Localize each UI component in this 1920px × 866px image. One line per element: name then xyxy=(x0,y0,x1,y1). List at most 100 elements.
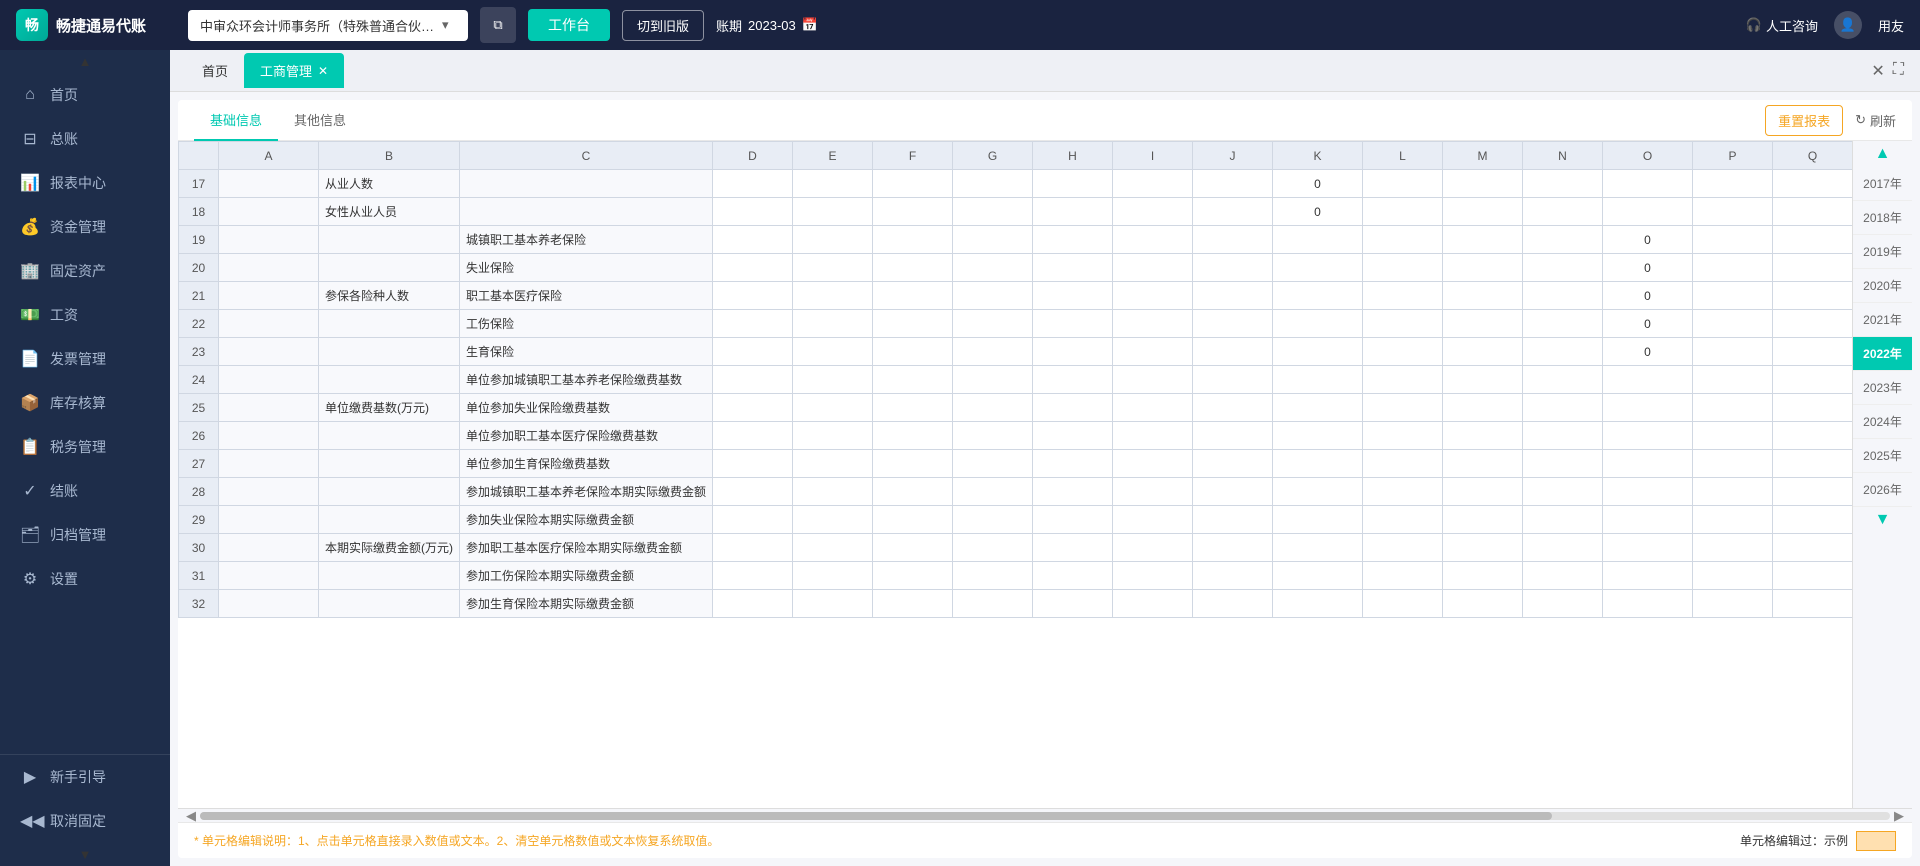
cell-a[interactable] xyxy=(219,282,319,310)
table-cell[interactable] xyxy=(713,310,793,338)
table-cell[interactable] xyxy=(1113,226,1193,254)
table-cell[interactable] xyxy=(1693,198,1773,226)
cell-k[interactable] xyxy=(1273,338,1363,366)
cell-o[interactable] xyxy=(1603,366,1693,394)
table-cell[interactable] xyxy=(1033,450,1113,478)
table-cell[interactable] xyxy=(1033,198,1113,226)
table-cell[interactable] xyxy=(1693,590,1773,618)
table-cell[interactable] xyxy=(1773,170,1852,198)
table-cell[interactable] xyxy=(1523,282,1603,310)
table-cell[interactable] xyxy=(953,170,1033,198)
table-cell[interactable] xyxy=(1113,394,1193,422)
cell-b[interactable] xyxy=(319,590,460,618)
cell-b[interactable] xyxy=(319,366,460,394)
col-header-b[interactable]: B xyxy=(319,142,460,170)
table-cell[interactable] xyxy=(873,562,953,590)
table-cell[interactable] xyxy=(1363,226,1443,254)
table-cell[interactable] xyxy=(1773,590,1852,618)
col-header-n[interactable]: N xyxy=(1523,142,1603,170)
year-item-2024[interactable]: 2024年 xyxy=(1853,405,1912,439)
cell-k[interactable] xyxy=(1273,450,1363,478)
cell-c[interactable]: 单位参加城镇职工基本养老保险缴费基数 xyxy=(460,366,713,394)
table-cell[interactable] xyxy=(1693,170,1773,198)
table-cell[interactable] xyxy=(1443,450,1523,478)
table-cell[interactable] xyxy=(953,226,1033,254)
cell-k[interactable]: 0 xyxy=(1273,198,1363,226)
sidebar-item-assets[interactable]: 🏢 固定资产 xyxy=(0,249,170,293)
sidebar-item-inventory[interactable]: 📦 库存核算 xyxy=(0,381,170,425)
table-cell[interactable] xyxy=(1443,338,1523,366)
year-item-2017[interactable]: 2017年 xyxy=(1853,167,1912,201)
table-cell[interactable] xyxy=(1443,394,1523,422)
table-cell[interactable] xyxy=(1363,254,1443,282)
cell-c[interactable]: 城镇职工基本养老保险 xyxy=(460,226,713,254)
cell-k[interactable] xyxy=(1273,254,1363,282)
table-cell[interactable] xyxy=(1523,170,1603,198)
cell-a[interactable] xyxy=(219,422,319,450)
table-cell[interactable] xyxy=(793,338,873,366)
table-cell[interactable] xyxy=(1193,450,1273,478)
table-cell[interactable] xyxy=(873,226,953,254)
table-cell[interactable] xyxy=(1693,310,1773,338)
cell-b[interactable] xyxy=(319,254,460,282)
table-cell[interactable] xyxy=(713,254,793,282)
close-window-icon[interactable]: ✕ xyxy=(1871,61,1884,81)
cell-b[interactable]: 本期实际缴费金额(万元) xyxy=(319,534,460,562)
cell-o[interactable] xyxy=(1603,534,1693,562)
table-cell[interactable] xyxy=(953,534,1033,562)
table-cell[interactable] xyxy=(1113,198,1193,226)
table-cell[interactable] xyxy=(1773,422,1852,450)
table-cell[interactable] xyxy=(793,226,873,254)
cell-b[interactable] xyxy=(319,338,460,366)
table-cell[interactable] xyxy=(713,562,793,590)
table-cell[interactable] xyxy=(1363,282,1443,310)
workbench-button[interactable]: 工作台 xyxy=(528,9,610,41)
cell-o[interactable] xyxy=(1603,450,1693,478)
table-cell[interactable] xyxy=(1773,310,1852,338)
table-cell[interactable] xyxy=(1033,338,1113,366)
table-cell[interactable] xyxy=(1033,254,1113,282)
year-item-2023[interactable]: 2023年 xyxy=(1853,371,1912,405)
table-cell[interactable] xyxy=(1363,422,1443,450)
table-cell[interactable] xyxy=(1113,478,1193,506)
col-header-l[interactable]: L xyxy=(1363,142,1443,170)
table-cell[interactable] xyxy=(953,254,1033,282)
table-cell[interactable] xyxy=(1033,310,1113,338)
table-cell[interactable] xyxy=(1443,366,1523,394)
cell-o[interactable] xyxy=(1603,394,1693,422)
table-cell[interactable] xyxy=(1523,366,1603,394)
cell-c[interactable] xyxy=(460,170,713,198)
table-cell[interactable] xyxy=(953,338,1033,366)
table-cell[interactable] xyxy=(953,394,1033,422)
table-cell[interactable] xyxy=(1443,590,1523,618)
table-cell[interactable] xyxy=(1113,170,1193,198)
h-scrollbar-track[interactable] xyxy=(200,812,1890,820)
table-cell[interactable] xyxy=(1693,254,1773,282)
table-cell[interactable] xyxy=(873,366,953,394)
spreadsheet-container[interactable]: A B C D E F G H I J K L M xyxy=(178,141,1852,808)
col-header-o[interactable]: O xyxy=(1603,142,1693,170)
table-cell[interactable] xyxy=(793,254,873,282)
table-cell[interactable] xyxy=(873,338,953,366)
table-cell[interactable] xyxy=(1693,506,1773,534)
table-cell[interactable] xyxy=(1443,478,1523,506)
sidebar-item-ledger[interactable]: ⊟ 总账 xyxy=(0,117,170,161)
tab-close-icon[interactable]: ✕ xyxy=(318,64,328,78)
table-cell[interactable] xyxy=(873,590,953,618)
table-cell[interactable] xyxy=(873,478,953,506)
table-cell[interactable] xyxy=(713,534,793,562)
table-cell[interactable] xyxy=(1033,534,1113,562)
table-cell[interactable] xyxy=(1033,562,1113,590)
table-cell[interactable] xyxy=(713,170,793,198)
cell-b[interactable] xyxy=(319,562,460,590)
table-cell[interactable] xyxy=(1113,366,1193,394)
col-header-d[interactable]: D xyxy=(713,142,793,170)
table-cell[interactable] xyxy=(1193,366,1273,394)
cell-k[interactable] xyxy=(1273,366,1363,394)
table-cell[interactable] xyxy=(1193,338,1273,366)
cell-b[interactable]: 单位缴费基数(万元) xyxy=(319,394,460,422)
sidebar-item-reports[interactable]: 📊 报表中心 xyxy=(0,161,170,205)
cell-b[interactable] xyxy=(319,310,460,338)
table-cell[interactable] xyxy=(953,562,1033,590)
table-cell[interactable] xyxy=(1193,478,1273,506)
